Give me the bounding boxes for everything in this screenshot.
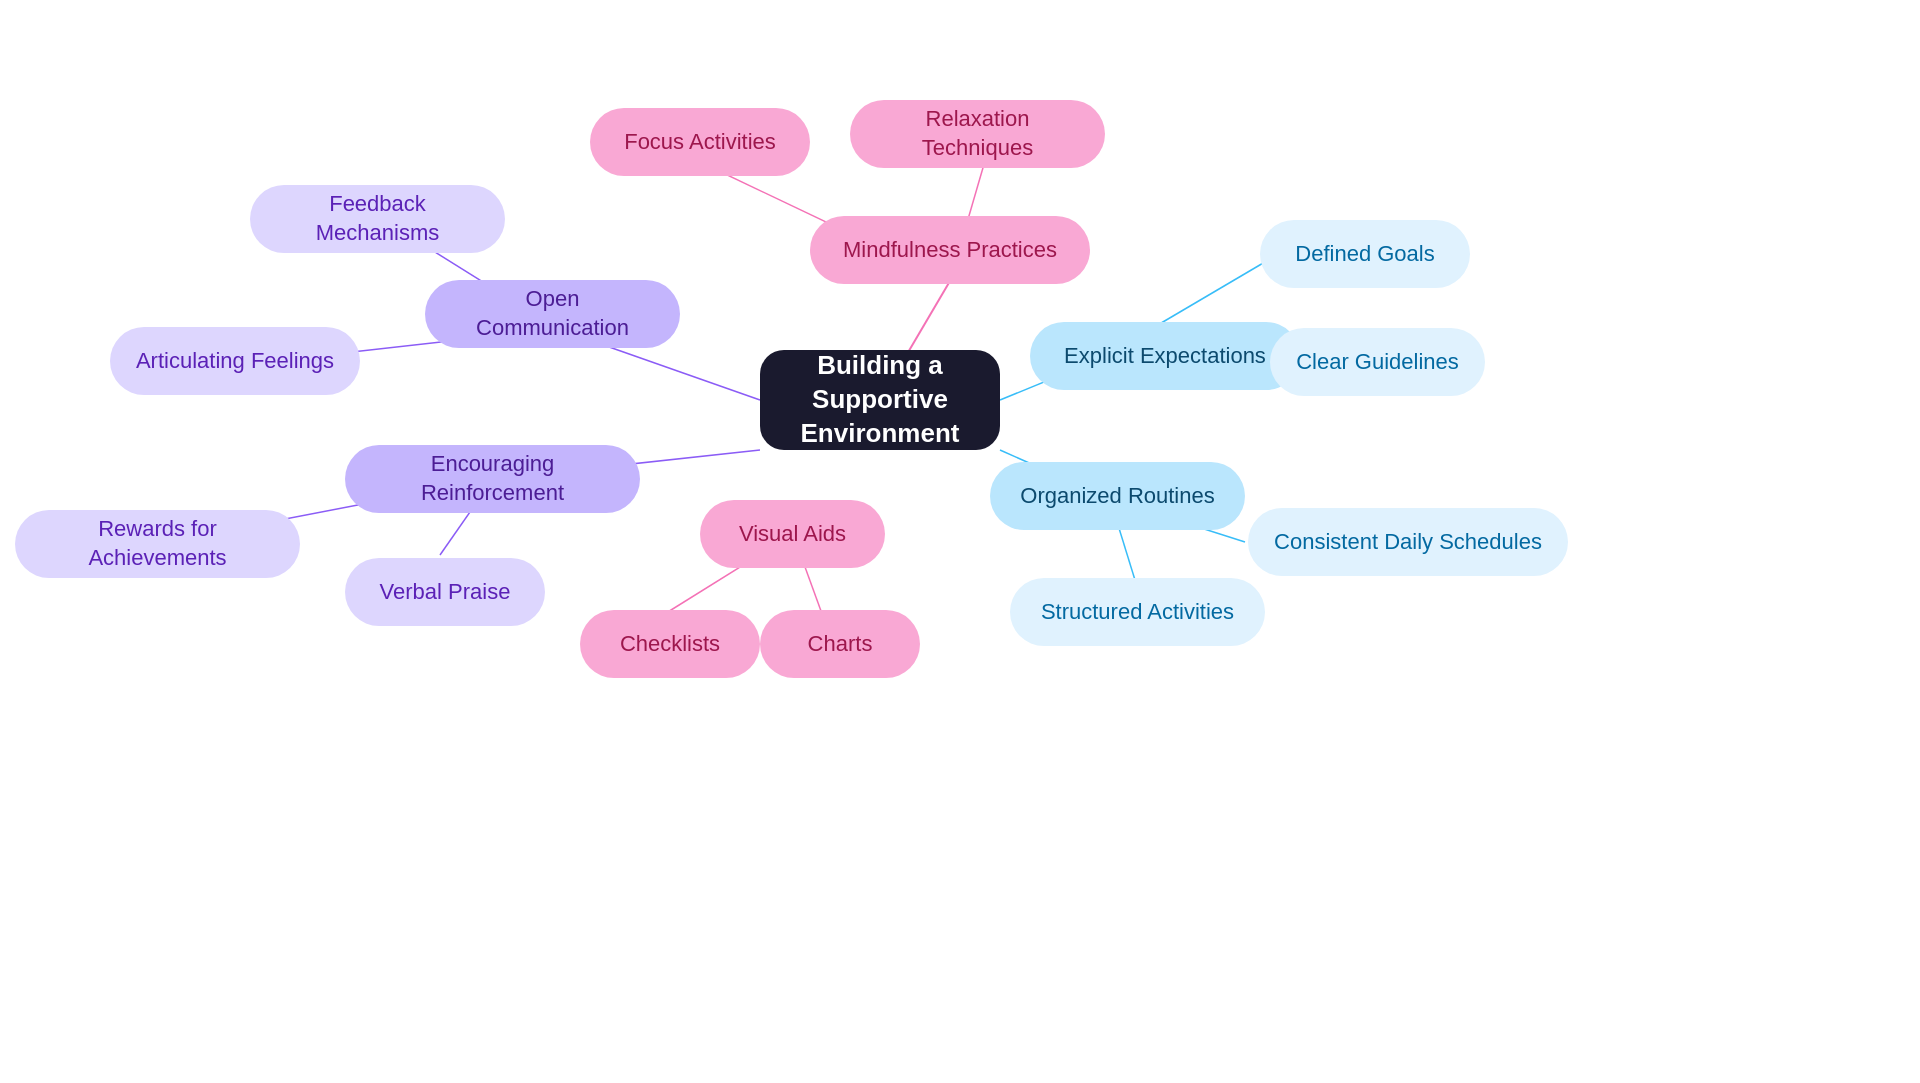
visual-aids-label: Visual Aids: [739, 520, 846, 549]
relaxation-label: Relaxation Techniques: [874, 105, 1081, 162]
structured-act-label: Structured Activities: [1041, 598, 1234, 627]
clear-guidelines-label: Clear Guidelines: [1296, 348, 1459, 377]
explicit-exp-label: Explicit Expectations: [1064, 342, 1266, 371]
open-comm-label: Open Communication: [449, 285, 656, 342]
encouraging-node: Encouraging Reinforcement: [345, 445, 640, 513]
center-node: Building a Supportive Environment: [760, 350, 1000, 450]
rewards-label: Rewards for Achievements: [39, 515, 276, 572]
articulating-node: Articulating Feelings: [110, 327, 360, 395]
defined-goals-label: Defined Goals: [1295, 240, 1434, 269]
center-label: Building a Supportive Environment: [784, 349, 976, 450]
structured-act-node: Structured Activities: [1010, 578, 1265, 646]
defined-goals-node: Defined Goals: [1260, 220, 1470, 288]
verbal-praise-label: Verbal Praise: [380, 578, 511, 607]
mindfulness-node: Mindfulness Practices: [810, 216, 1090, 284]
articulating-label: Articulating Feelings: [136, 347, 334, 376]
charts-node: Charts: [760, 610, 920, 678]
rewards-node: Rewards for Achievements: [15, 510, 300, 578]
consistent-sched-label: Consistent Daily Schedules: [1274, 528, 1542, 557]
checklists-node: Checklists: [580, 610, 760, 678]
feedback-node: Feedback Mechanisms: [250, 185, 505, 253]
feedback-label: Feedback Mechanisms: [274, 190, 481, 247]
charts-label: Charts: [808, 630, 873, 659]
organized-routines-node: Organized Routines: [990, 462, 1245, 530]
focus-label: Focus Activities: [624, 128, 776, 157]
visual-aids-node: Visual Aids: [700, 500, 885, 568]
focus-node: Focus Activities: [590, 108, 810, 176]
mindfulness-label: Mindfulness Practices: [843, 236, 1057, 265]
open-comm-node: Open Communication: [425, 280, 680, 348]
organized-routines-label: Organized Routines: [1020, 482, 1214, 511]
clear-guidelines-node: Clear Guidelines: [1270, 328, 1485, 396]
explicit-exp-node: Explicit Expectations: [1030, 322, 1300, 390]
checklists-label: Checklists: [620, 630, 720, 659]
encouraging-label: Encouraging Reinforcement: [369, 450, 616, 507]
consistent-sched-node: Consistent Daily Schedules: [1248, 508, 1568, 576]
relaxation-node: Relaxation Techniques: [850, 100, 1105, 168]
verbal-praise-node: Verbal Praise: [345, 558, 545, 626]
